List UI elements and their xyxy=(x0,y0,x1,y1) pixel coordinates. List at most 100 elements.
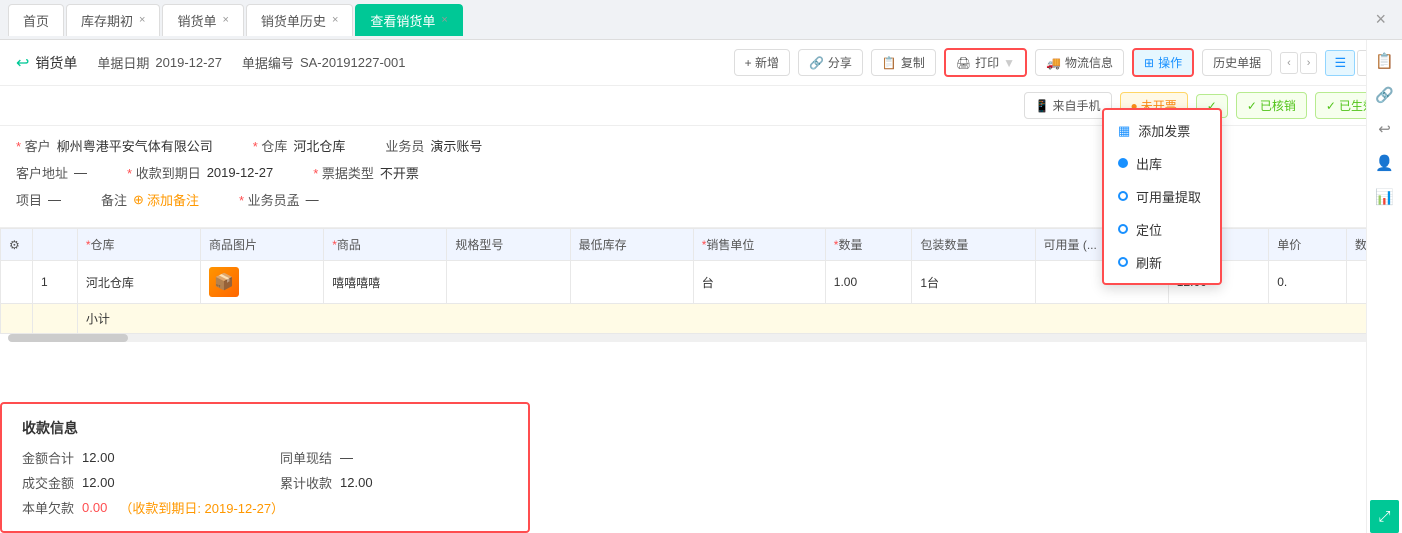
doc-meta: 单据日期 2019-12-27 单据编号 SA-20191227-001 xyxy=(97,53,405,72)
doc-actions: + 新增 🔗 分享 📋 复制 🖨 打印 ▼ 🚚 物流信息 ⊞ 操作 xyxy=(734,48,1386,77)
info-amount-total: 金额合计 12.00 xyxy=(22,448,250,467)
bottom-info-title: 收款信息 xyxy=(22,418,508,438)
tab-inventory-init[interactable]: 库存期初 × xyxy=(66,4,160,36)
staff2-label: 业务员孟 xyxy=(239,190,300,209)
row-num: 1 xyxy=(33,261,78,304)
sidebar-icon-chart[interactable]: 📊 xyxy=(1371,184,1398,210)
horizontal-scrollbar[interactable] xyxy=(8,334,1394,342)
list-view-button[interactable]: ☰ xyxy=(1325,50,1355,76)
tab-view-sales-close[interactable]: × xyxy=(441,14,447,26)
next-button[interactable]: › xyxy=(1300,52,1318,74)
staff2-value: — xyxy=(306,192,319,207)
sold-button[interactable]: ✓ 已核销 xyxy=(1236,92,1307,119)
doc-number: 单据编号 SA-20191227-001 xyxy=(242,53,406,72)
history-button[interactable]: 历史单据 xyxy=(1202,49,1272,76)
col-unit-price: 单价 xyxy=(1269,229,1347,261)
arrears-extra: （收款到期日: 2019-12-27） xyxy=(119,498,284,517)
operate-button[interactable]: ⊞ 操作 xyxy=(1132,48,1194,77)
available-pickup-item[interactable]: 可用量提取 xyxy=(1104,180,1220,213)
outbound-icon xyxy=(1118,156,1128,171)
info-grid: 金额合计 12.00 同单现结 — 成交金额 12.00 累计收款 12.00 … xyxy=(22,448,508,517)
date-label: 单据日期 xyxy=(97,53,149,72)
row-product: 嘻嘻嘻嘻 xyxy=(324,261,447,304)
tab-sales-history[interactable]: 销货单历史 × xyxy=(246,4,353,36)
copy-icon: 📋 xyxy=(882,56,897,70)
arrears-label: 本单欠款 xyxy=(22,498,74,517)
effective-check-icon: ✓ xyxy=(1326,99,1336,113)
same-order-value: — xyxy=(340,450,353,465)
col-spec: 规格型号 xyxy=(447,229,570,261)
locate-icon xyxy=(1118,222,1128,237)
deal-amount-label: 成交金额 xyxy=(22,473,74,492)
refresh-item[interactable]: 刷新 xyxy=(1104,246,1220,279)
col-num xyxy=(33,229,78,261)
row-sales-unit: 台 xyxy=(693,261,825,304)
sidebar-icon-expand[interactable]: ⤢ xyxy=(1370,500,1398,533)
number-value: SA-20191227-001 xyxy=(300,55,406,70)
doc-title: ↩ 销货单 xyxy=(16,53,77,73)
info-arrears: 本单欠款 0.00 （收款到期日: 2019-12-27） xyxy=(22,498,508,517)
project-field: 项目 — xyxy=(16,190,61,209)
doc-title-icon: ↩ xyxy=(16,53,29,73)
col-product-img: 商品图片 xyxy=(201,229,324,261)
tab-sales-order[interactable]: 销货单 × xyxy=(162,4,243,36)
prev-button[interactable]: ‹ xyxy=(1280,52,1298,74)
address-field: 客户地址 — xyxy=(16,163,87,182)
staff2-field: 业务员孟 — xyxy=(239,190,319,209)
locate-item[interactable]: 定位 xyxy=(1104,213,1220,246)
subtotal-label: 小计 xyxy=(77,304,1401,334)
from-phone-button[interactable]: 📱 来自手机 xyxy=(1024,92,1112,119)
tab-home[interactable]: 首页 xyxy=(8,4,64,36)
staff-value: 演示账号 xyxy=(430,136,482,155)
payment-date-label: 收款到期日 xyxy=(127,163,201,182)
info-cumulative-payment: 累计收款 12.00 xyxy=(280,473,508,492)
doc-date: 单据日期 2019-12-27 xyxy=(97,53,222,72)
staff-field: 业务员 演示账号 xyxy=(385,136,482,155)
project-value: — xyxy=(48,192,61,207)
subtotal-row: 小计 xyxy=(1,304,1402,334)
sold-check-icon: ✓ xyxy=(1247,99,1257,113)
phone-icon: 📱 xyxy=(1035,99,1050,113)
logistics-button[interactable]: 🚚 物流信息 xyxy=(1035,49,1124,76)
right-sidebar: 📋 🔗 ↩ 👤 📊 ⤢ xyxy=(1366,40,1402,533)
tab-inventory-init-close[interactable]: × xyxy=(139,14,145,26)
add-invoice-item[interactable]: ▦ 添加发票 xyxy=(1104,114,1220,147)
product-image: 📦 xyxy=(209,267,239,297)
row-warehouse: 河北仓库 xyxy=(77,261,200,304)
sidebar-icon-undo[interactable]: ↩ xyxy=(1374,116,1395,142)
tab-view-sales[interactable]: 查看销货单 × xyxy=(355,4,462,36)
tab-sales-order-close[interactable]: × xyxy=(222,14,228,26)
same-order-label: 同单现结 xyxy=(280,448,332,467)
remark-field: 备注 ⊕ 添加备注 xyxy=(101,190,199,209)
col-product: *商品 xyxy=(324,229,447,261)
new-button[interactable]: + 新增 xyxy=(734,49,790,76)
share-button[interactable]: 🔗 分享 xyxy=(798,49,863,76)
tab-sales-history-close[interactable]: × xyxy=(332,14,338,26)
number-label: 单据编号 xyxy=(242,53,294,72)
customer-field: 客户 柳州粤港平安气体有限公司 xyxy=(16,136,213,155)
sidebar-icon-user[interactable]: 👤 xyxy=(1371,150,1398,176)
outbound-item[interactable]: 出库 xyxy=(1104,147,1220,180)
bottom-info-box: 收款信息 金额合计 12.00 同单现结 — 成交金额 12.00 累计收款 1… xyxy=(0,402,530,533)
doc-header: ↩ 销货单 单据日期 2019-12-27 单据编号 SA-20191227-0… xyxy=(0,40,1402,86)
sidebar-icon-link[interactable]: 🔗 xyxy=(1371,82,1398,108)
print-dropdown-arrow: ▼ xyxy=(1003,56,1015,70)
amount-total-label: 金额合计 xyxy=(22,448,74,467)
cumulative-payment-label: 累计收款 xyxy=(280,473,332,492)
copy-button[interactable]: 📋 复制 xyxy=(871,49,936,76)
col-min-stock: 最低库存 xyxy=(570,229,693,261)
arrears-value: 0.00 xyxy=(82,500,107,515)
payment-date-value: 2019-12-27 xyxy=(207,165,274,180)
add-remark-button[interactable]: ⊕ 添加备注 xyxy=(133,190,199,209)
plus-icon: ⊕ xyxy=(133,192,144,208)
nav-arrows: ‹ › xyxy=(1280,52,1317,74)
sidebar-icon-clipboard[interactable]: 📋 xyxy=(1371,48,1398,74)
amount-total-value: 12.00 xyxy=(82,450,115,465)
scroll-thumb[interactable] xyxy=(8,334,128,342)
print-button[interactable]: 🖨 打印 ▼ xyxy=(944,48,1027,77)
project-label: 项目 xyxy=(16,190,42,209)
tab-bar-close[interactable]: × xyxy=(1367,9,1394,30)
tab-bar: 首页 库存期初 × 销货单 × 销货单历史 × 查看销货单 × × xyxy=(0,0,1402,40)
row-min-stock xyxy=(570,261,693,304)
col-gear: ⚙ xyxy=(1,229,33,261)
